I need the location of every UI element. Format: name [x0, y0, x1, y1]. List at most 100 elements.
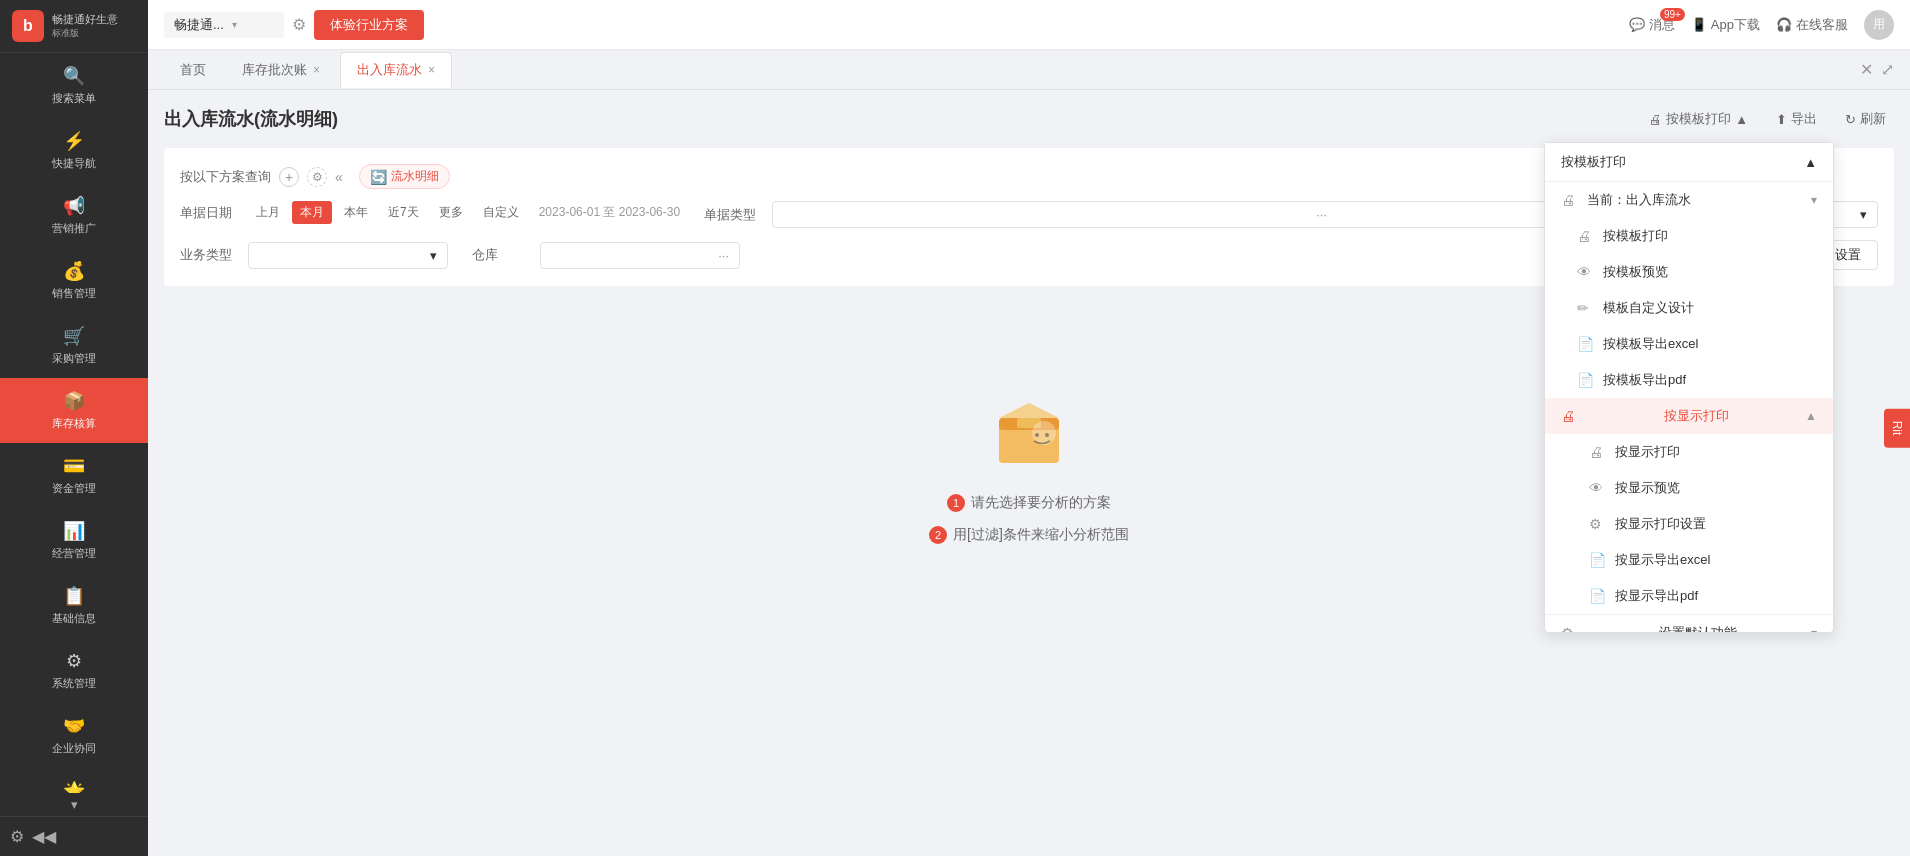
date-btn-this-year[interactable]: 本年 — [336, 201, 376, 224]
app-logo: b 畅捷通好生意 标准版 — [0, 0, 148, 53]
sidebar-settings-btn[interactable]: ⚙ — [10, 827, 24, 846]
avatar-text: 用 — [1873, 16, 1885, 33]
sidebar-item-operations[interactable]: 📊 经营管理 — [0, 508, 148, 573]
display-print-group-icon: 🖨 — [1561, 408, 1577, 424]
sidebar-item-purchase[interactable]: 🛒 采购管理 — [0, 313, 148, 378]
dropdown-item-template-custom[interactable]: ✏ 模板自定义设计 — [1545, 290, 1833, 326]
logo-icon: b — [12, 10, 44, 42]
dropdown-footer-set-default[interactable]: ⚙ 设置默认功能 ▾ — [1545, 614, 1833, 632]
print-template-btn[interactable]: 🖨 按模板打印 ▲ — [1641, 106, 1756, 132]
sidebar-item-basic[interactable]: 📋 基础信息 — [0, 573, 148, 638]
dropdown-sub-display-export-pdf[interactable]: 📄 按显示导出pdf — [1545, 578, 1833, 614]
display-print-group-chevron: ▲ — [1805, 409, 1817, 423]
sidebar-item-enterprise[interactable]: 🤝 企业协同 — [0, 703, 148, 768]
doc-type-dropdown-icon: ▾ — [1860, 207, 1867, 222]
sidebar-scroll-down[interactable]: ▾ — [0, 793, 148, 816]
step1-num: 1 — [947, 494, 965, 512]
sidebar-item-finance[interactable]: 💳 资金管理 — [0, 443, 148, 508]
template-export-pdf-label: 按模板导出pdf — [1603, 371, 1686, 389]
refresh-btn[interactable]: ↻ 刷新 — [1837, 106, 1894, 132]
dropdown-header-title: 按模板打印 — [1561, 153, 1626, 171]
app-download-btn[interactable]: 📱 App下载 — [1691, 16, 1760, 34]
date-btn-more[interactable]: 更多 — [431, 201, 471, 224]
dropdown-header-chevron[interactable]: ▲ — [1804, 155, 1817, 170]
date-btn-last-month[interactable]: 上月 — [248, 201, 288, 224]
warehouse-select[interactable]: ··· — [540, 242, 740, 269]
dropdown-sub-display-preview[interactable]: 👁 按显示预览 — [1545, 470, 1833, 506]
dropdown-item-template-export-excel[interactable]: 📄 按模板导出excel — [1545, 326, 1833, 362]
sidebar-label-quick-nav: 快捷导航 — [52, 156, 96, 171]
step2-text: 用[过滤]条件来缩小分析范围 — [953, 526, 1129, 544]
print-template-label: 按模板打印 — [1666, 110, 1731, 128]
topbar-gear-icon[interactable]: ⚙ — [292, 15, 306, 34]
tab-inventory-batch-label: 库存批次账 — [242, 61, 307, 79]
display-excel-icon: 📄 — [1589, 552, 1605, 568]
dropdown-item-template-preview[interactable]: 👁 按模板预览 — [1545, 254, 1833, 290]
user-display-text: 畅捷通... — [174, 16, 224, 34]
user-avatar[interactable]: 用 — [1864, 10, 1894, 40]
dropdown-current-item[interactable]: 🖨 当前：出入库流水 ▾ — [1545, 182, 1833, 218]
sidebar-item-search[interactable]: 🔍 搜索菜单 — [0, 53, 148, 118]
date-btn-7days[interactable]: 近7天 — [380, 201, 427, 224]
filter-collapse-btn[interactable]: « — [335, 169, 343, 185]
tabbar-controls: ✕ ⤢ — [1860, 60, 1894, 79]
sidebar-item-quick-nav[interactable]: ⚡ 快捷导航 — [0, 118, 148, 183]
basic-icon: 📋 — [63, 585, 85, 607]
tab-stock-flow-close[interactable]: × — [428, 63, 435, 77]
tab-inventory-batch[interactable]: 库存批次账 × — [226, 53, 336, 87]
filter-setting-btn[interactable]: ⚙ — [307, 167, 327, 187]
tab-stock-flow[interactable]: 出入库流水 × — [340, 52, 452, 88]
page-content: 出入库流水(流水明细) 🖨 按模板打印 ▲ ⬆ 导出 ↻ 刷新 — [148, 90, 1910, 856]
doc-type-more-icon[interactable]: ··· — [1316, 207, 1327, 222]
message-icon: 💬 — [1629, 17, 1645, 32]
page-actions: 🖨 按模板打印 ▲ ⬆ 导出 ↻ 刷新 按模 — [1641, 106, 1894, 132]
page-title: 出入库流水(流水明细) — [164, 107, 338, 131]
online-service-btn[interactable]: 🎧 在线客服 — [1776, 16, 1848, 34]
flow-tag: 🔄 流水明细 — [359, 164, 450, 189]
message-btn[interactable]: 💬 消息 99+ — [1629, 16, 1675, 34]
tab-close-all[interactable]: ✕ — [1860, 60, 1873, 79]
message-badge: 99+ — [1660, 8, 1685, 21]
dropdown-scroll-area[interactable]: 🖨 当前：出入库流水 ▾ 🖨 按模板打印 👁 按模 — [1545, 182, 1833, 632]
sidebar-item-guide[interactable]: 🌟 新手引导 — [0, 768, 148, 793]
dropdown-sub-display-print[interactable]: 🖨 按显示打印 — [1545, 434, 1833, 470]
sidebar-item-inventory[interactable]: 📦 库存核算 — [0, 378, 148, 443]
finance-icon: 💳 — [63, 455, 85, 477]
biz-type-select[interactable]: ▾ — [248, 242, 448, 269]
dropdown-item-template-export-pdf[interactable]: 📄 按模板导出pdf — [1545, 362, 1833, 398]
sidebar-label-search: 搜索菜单 — [52, 91, 96, 106]
sidebar-collapse-btn[interactable]: ◀◀ — [32, 827, 56, 846]
export-icon: ⬆ — [1776, 112, 1787, 127]
display-print-group-header[interactable]: 🖨 按显示打印 ▲ — [1545, 398, 1833, 434]
template-print-label: 按模板打印 — [1603, 227, 1668, 245]
set-default-label: 设置默认功能 — [1659, 624, 1737, 632]
display-preview-icon: 👁 — [1589, 480, 1605, 496]
dropdown-sub-display-export-excel[interactable]: 📄 按显示导出excel — [1545, 542, 1833, 578]
user-selector[interactable]: 畅捷通... ▾ — [164, 12, 284, 38]
svg-point-6 — [1045, 433, 1049, 437]
trial-button[interactable]: 体验行业方案 — [314, 10, 424, 40]
dropdown-item-template-print[interactable]: 🖨 按模板打印 — [1545, 218, 1833, 254]
warehouse-more-icon[interactable]: ··· — [718, 248, 729, 263]
dropdown-sub-display-settings[interactable]: ⚙ 按显示打印设置 — [1545, 506, 1833, 542]
online-service-label: 在线客服 — [1796, 16, 1848, 34]
date-btn-custom[interactable]: 自定义 — [475, 201, 527, 224]
sidebar-label-finance: 资金管理 — [52, 481, 96, 496]
tab-stock-flow-label: 出入库流水 — [357, 61, 422, 79]
tab-expand-icon[interactable]: ⤢ — [1881, 60, 1894, 79]
date-btn-this-month[interactable]: 本月 — [292, 201, 332, 224]
flow-tag-icon: 🔄 — [370, 169, 387, 185]
sidebar-item-system[interactable]: ⚙ 系统管理 — [0, 638, 148, 703]
sidebar-item-marketing[interactable]: 📢 营销推广 — [0, 183, 148, 248]
filter-add-btn[interactable]: + — [279, 167, 299, 187]
enterprise-icon: 🤝 — [63, 715, 85, 737]
right-edge-button[interactable]: Rit — [1884, 409, 1910, 448]
tab-inventory-batch-close[interactable]: × — [313, 63, 320, 77]
sidebar-item-sales[interactable]: 💰 销售管理 — [0, 248, 148, 313]
tab-home[interactable]: 首页 — [164, 53, 222, 87]
export-btn[interactable]: ⬆ 导出 — [1768, 106, 1825, 132]
dropdown-current-label: 当前：出入库流水 — [1587, 191, 1691, 209]
app-edition: 标准版 — [52, 27, 118, 40]
flow-tag-label: 流水明细 — [391, 168, 439, 185]
date-range-display: 2023-06-01 至 2023-06-30 — [539, 204, 680, 221]
